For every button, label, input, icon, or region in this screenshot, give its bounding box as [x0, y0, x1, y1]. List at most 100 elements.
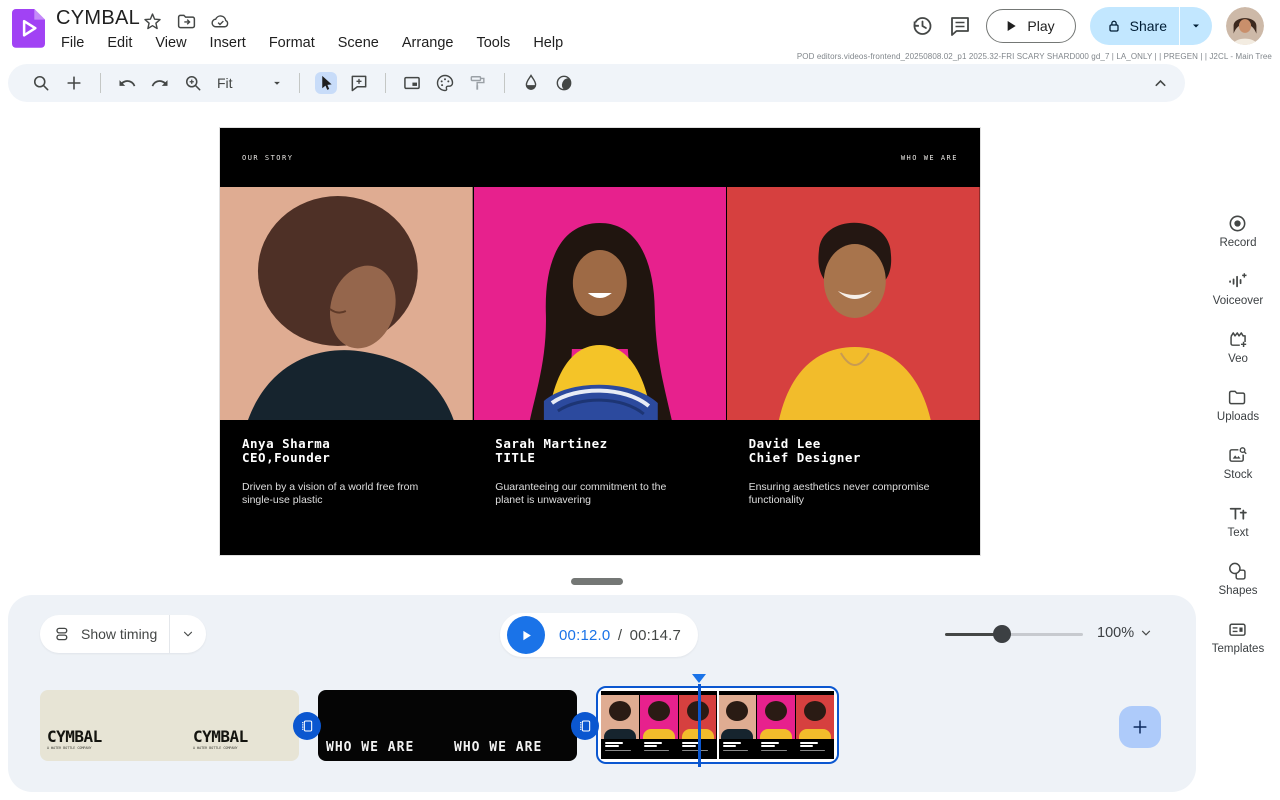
scene-thumbnail-2[interactable]: WHO WE ARE WHO WE ARE	[318, 690, 577, 761]
sidebar-item-uploads[interactable]: Uploads	[1217, 387, 1259, 423]
show-timing-button[interactable]: Show timing	[40, 615, 206, 653]
scene1-sub-text: A WATER BOTTLE COMPANY	[193, 746, 238, 750]
toolbar-divider	[504, 73, 505, 93]
editor-toolbar: Fit	[8, 64, 1185, 102]
slide-kicker-right: WHO WE ARE	[901, 154, 958, 162]
toolbar-divider	[100, 73, 101, 93]
add-comment-icon[interactable]	[348, 72, 370, 94]
templates-icon	[1227, 619, 1248, 640]
text-icon	[1228, 503, 1249, 524]
share-button[interactable]: Share	[1090, 7, 1212, 45]
person-name-1: Anya Sharma CEO,Founder	[242, 437, 449, 466]
menu-edit[interactable]: Edit	[100, 33, 139, 53]
sidebar-item-voiceover[interactable]: Voiceover	[1213, 271, 1264, 307]
sidebar-item-record[interactable]: Record	[1219, 213, 1256, 249]
canvas-slide[interactable]: OUR STORY WHO WE ARE Anya Sharma CEO,Fou…	[220, 128, 980, 555]
timeline-play-button[interactable]	[507, 616, 545, 654]
zoom-fit-select[interactable]: Fit	[215, 75, 235, 91]
chevron-down-icon	[182, 628, 194, 640]
photo-anya[interactable]	[220, 187, 473, 420]
timeline-zoom-slider[interactable]	[945, 625, 1083, 643]
playhead-line[interactable]	[698, 684, 701, 767]
fit-caret-down-icon[interactable]	[270, 76, 284, 90]
menu-help[interactable]: Help	[526, 33, 570, 53]
shapes-icon	[1227, 561, 1248, 582]
search-icon[interactable]	[30, 72, 52, 94]
mini-photo	[757, 695, 795, 739]
menu-view[interactable]: View	[148, 33, 193, 53]
sidebar-item-text[interactable]: Text	[1227, 503, 1248, 539]
show-timing-main[interactable]: Show timing	[40, 615, 169, 653]
slider-thumb[interactable]	[993, 625, 1011, 643]
chevron-down-icon	[1140, 627, 1152, 639]
sidebar-item-shapes[interactable]: Shapes	[1218, 561, 1257, 597]
scene-thumbnail-3-selected[interactable]	[596, 686, 839, 764]
document-title[interactable]: CYMBAL	[56, 7, 140, 30]
mini-photo	[601, 695, 639, 739]
play-button-label: Play	[1027, 18, 1054, 34]
scene-thumbnail-1[interactable]: CYMBAL A WATER BOTTLE COMPANY CYMBAL A W…	[40, 690, 299, 761]
show-timing-caret-button[interactable]	[170, 615, 206, 653]
caret-down-icon	[1190, 20, 1202, 32]
transition-button-2[interactable]	[571, 712, 599, 740]
zoom-in-icon[interactable]	[182, 72, 204, 94]
app-logo-icon[interactable]	[12, 9, 45, 49]
menu-arrange[interactable]: Arrange	[395, 33, 461, 53]
palette-icon[interactable]	[434, 72, 456, 94]
slide-kicker-left: OUR STORY	[242, 154, 293, 162]
share-button-label: Share	[1130, 18, 1167, 34]
scene2-title-text: WHO WE ARE	[326, 740, 414, 755]
add-scene-button[interactable]	[1119, 706, 1161, 748]
timeline-zoom-control[interactable]: 100%	[1097, 625, 1152, 641]
playback-bar: 00:12.0 / 00:14.7	[500, 613, 698, 657]
person-desc-1: Driven by a vision of a world free from …	[242, 481, 438, 507]
transition-button-1[interactable]	[293, 712, 321, 740]
share-caret-button[interactable]	[1180, 7, 1212, 45]
share-button-main[interactable]: Share	[1090, 7, 1179, 45]
history-icon[interactable]	[910, 14, 934, 38]
insert-plus-icon[interactable]	[63, 72, 85, 94]
veo-icon	[1228, 329, 1249, 350]
redo-icon[interactable]	[149, 72, 171, 94]
right-sidebar: Record Voiceover Veo Uploads Stock Text …	[1196, 213, 1280, 655]
contrast-icon[interactable]	[553, 72, 575, 94]
mini-photo	[796, 695, 834, 739]
scene1-brand-text: CYMBAL	[47, 727, 140, 746]
build-debug-text: POD editors.videos-frontend_20250808.02_…	[797, 52, 1272, 61]
current-time: 00:12.0	[559, 627, 610, 644]
panel-resize-handle[interactable]	[571, 578, 623, 585]
record-icon	[1227, 213, 1248, 234]
menu-format[interactable]: Format	[262, 33, 322, 53]
user-avatar[interactable]	[1226, 7, 1264, 45]
menubar: File Edit View Insert Format Scene Arran…	[54, 33, 570, 53]
stock-image-icon	[1227, 445, 1248, 466]
menu-scene[interactable]: Scene	[331, 33, 386, 53]
person-name-3: David Lee Chief Designer	[749, 437, 956, 466]
undo-icon[interactable]	[116, 72, 138, 94]
toolbar-collapse-chevron-up-icon[interactable]	[1152, 75, 1169, 92]
transition-icon	[299, 718, 315, 734]
timeline-panel: Show timing 00:12.0 / 00:14.7 100%	[8, 595, 1196, 792]
sidebar-item-veo[interactable]: Veo	[1228, 329, 1249, 365]
menu-tools[interactable]: Tools	[469, 33, 517, 53]
photo-david[interactable]	[727, 187, 980, 420]
photo-sarah[interactable]	[474, 187, 727, 420]
play-button[interactable]: Play	[986, 9, 1075, 43]
pip-frame-icon[interactable]	[401, 72, 423, 94]
transition-icon	[577, 718, 593, 734]
playhead-marker[interactable]	[692, 674, 706, 683]
sidebar-item-templates[interactable]: Templates	[1212, 619, 1264, 655]
toolbar-divider	[299, 73, 300, 93]
show-timing-label: Show timing	[81, 626, 157, 642]
sidebar-item-stock[interactable]: Stock	[1224, 445, 1253, 481]
person-name-2: Sarah Martinez TITLE	[495, 437, 702, 466]
toolbar-divider	[385, 73, 386, 93]
plus-icon	[1130, 717, 1150, 737]
total-time: 00:14.7	[630, 627, 681, 644]
menu-file[interactable]: File	[54, 33, 91, 53]
select-cursor-icon[interactable]	[315, 72, 337, 94]
comment-icon[interactable]	[948, 14, 972, 38]
timing-rows-icon	[54, 625, 72, 643]
menu-insert[interactable]: Insert	[203, 33, 253, 53]
ink-drop-icon[interactable]	[520, 72, 542, 94]
